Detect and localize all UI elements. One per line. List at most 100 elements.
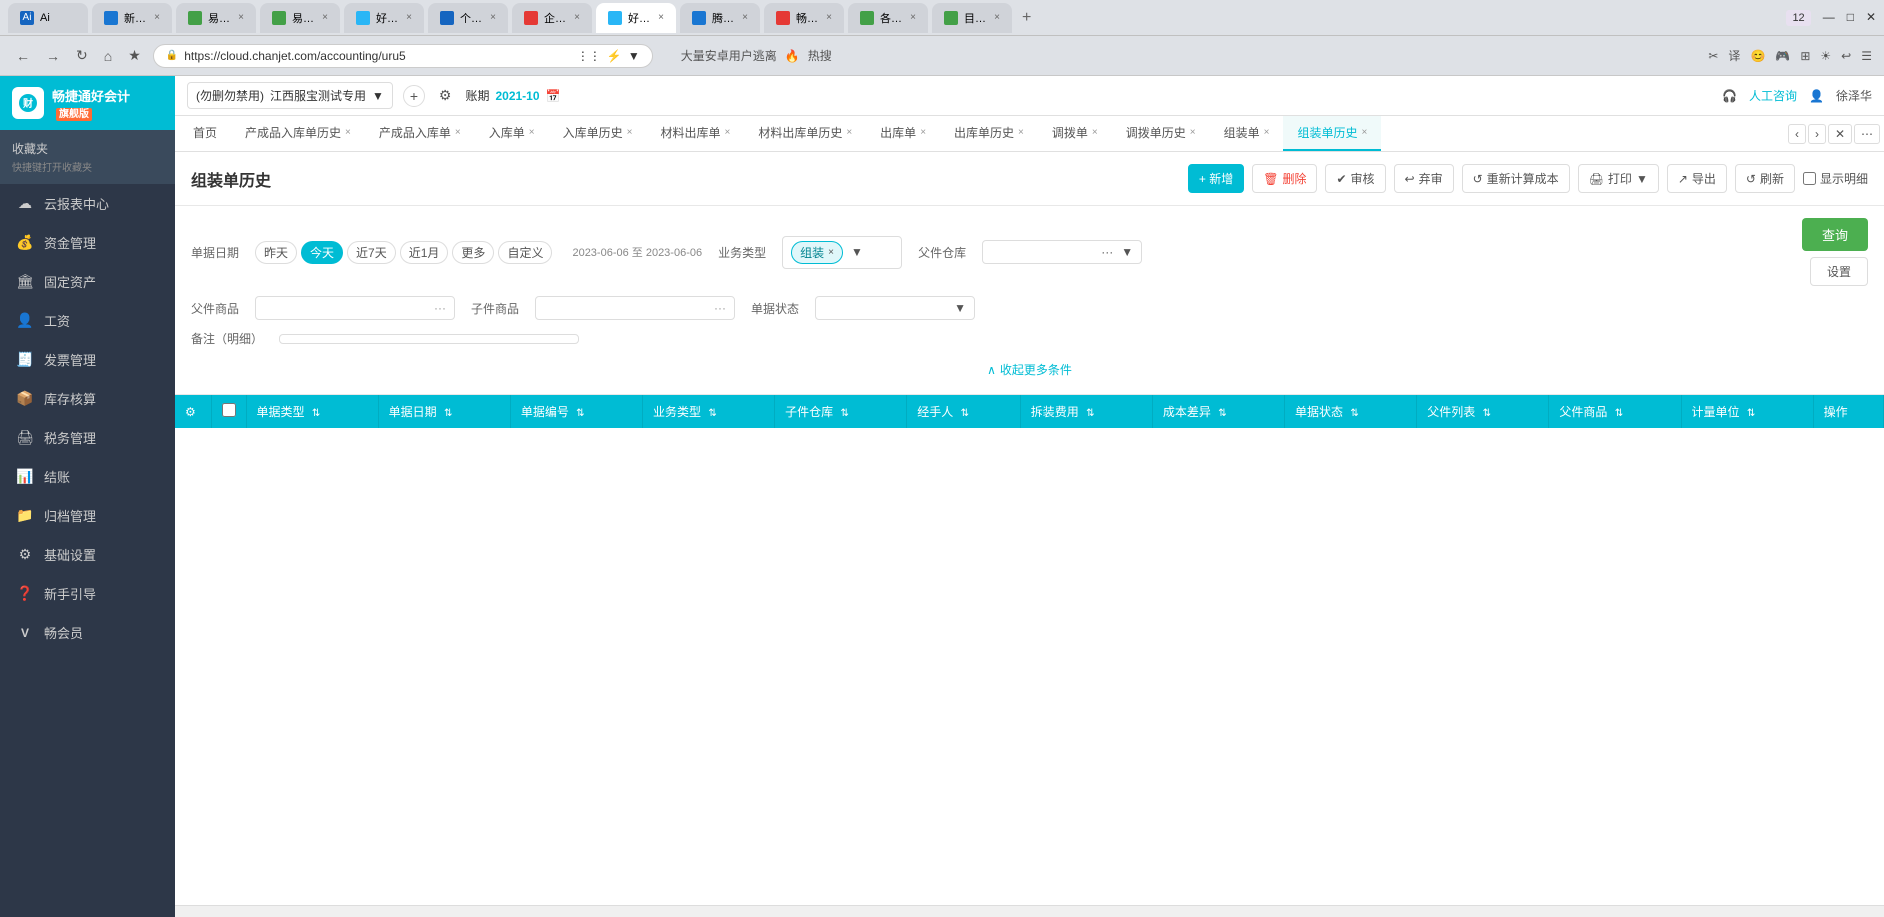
tab-close-6[interactable]: × [574, 12, 580, 23]
tab-close-11[interactable]: × [994, 12, 1000, 23]
parent-warehouse-select[interactable]: ··· ▼ [982, 240, 1142, 264]
tab-more-btn[interactable]: ⋯ [1854, 124, 1880, 144]
th-number[interactable]: 单据编号 ⇅ [510, 395, 642, 428]
browser-tab-5[interactable]: 个… × [428, 3, 508, 33]
tab-close-8[interactable]: × [742, 12, 748, 23]
tab-close-3[interactable]: × [322, 12, 328, 23]
custom-date-btn[interactable]: 自定义 [498, 241, 552, 264]
sidebar-item-settings[interactable]: ⚙ 基础设置 [0, 535, 175, 574]
sidebar-item-fund[interactable]: 💰 资金管理 [0, 223, 175, 262]
bottom-scrollbar[interactable] [175, 905, 1884, 917]
nav-refresh[interactable]: ↻ [72, 43, 92, 68]
sidebar-item-fixed-assets[interactable]: 🏛 固定资产 [0, 262, 175, 301]
export-button[interactable]: ↗ 导出 [1667, 164, 1727, 193]
page-tab-6[interactable]: 材料出库单历史 × [744, 116, 866, 151]
browser-tab-9[interactable]: 畅… × [764, 3, 844, 33]
new-tab-button[interactable]: + [1016, 7, 1037, 29]
tab-3-close[interactable]: × [529, 127, 535, 138]
nav-home[interactable]: ⌂ [100, 44, 116, 68]
tab-2-close[interactable]: × [455, 127, 461, 138]
parent-goods-input[interactable]: ··· [255, 296, 455, 320]
tab-close-5[interactable]: × [490, 12, 496, 23]
sidebar-item-tax[interactable]: 🖨 税务管理 [0, 418, 175, 457]
tab-8-close[interactable]: × [1018, 127, 1024, 138]
print-button[interactable]: 🖨 打印 ▼ [1578, 164, 1659, 193]
translate-icon[interactable]: 译 [1728, 47, 1740, 64]
tab-prev-btn[interactable]: ‹ [1788, 124, 1806, 144]
th-handler[interactable]: 经手人 ⇅ [907, 395, 1020, 428]
win-close[interactable]: ✕ [1866, 10, 1876, 26]
browser-tab-0[interactable]: Ai Ai [8, 3, 88, 33]
last7days-btn[interactable]: 近7天 [347, 241, 396, 264]
browser-tab-10[interactable]: 各… × [848, 3, 928, 33]
tab-1-close[interactable]: × [345, 127, 351, 138]
customer-service-label[interactable]: 人工咨询 [1749, 87, 1797, 104]
recalculate-button[interactable]: ↺ 重新计算成本 [1462, 164, 1570, 193]
audit-button[interactable]: ✔ 审核 [1325, 164, 1385, 193]
yesterday-btn[interactable]: 昨天 [255, 241, 297, 264]
parent-warehouse-dropdown[interactable]: ▼ [1121, 245, 1133, 259]
game-icon[interactable]: 🎮 [1775, 49, 1790, 63]
tab-12-close[interactable]: × [1361, 127, 1367, 138]
brightness-icon[interactable]: ☀ [1820, 49, 1831, 63]
page-tab-1[interactable]: 产成品入库单历史 × [231, 116, 365, 151]
address-dropdown[interactable]: ▼ [628, 49, 640, 63]
set-button[interactable]: 设置 [1810, 257, 1868, 286]
today-btn[interactable]: 今天 [301, 241, 343, 264]
page-tab-3[interactable]: 入库单 × [475, 116, 549, 151]
sidebar-item-inventory[interactable]: 📦 库存核算 [0, 379, 175, 418]
win-maximize[interactable]: □ [1847, 10, 1854, 26]
sidebar-item-invoice[interactable]: 🧾 发票管理 [0, 340, 175, 379]
tab-close-10[interactable]: × [910, 12, 916, 23]
tab-11-close[interactable]: × [1264, 127, 1270, 138]
tab-4-close[interactable]: × [627, 127, 633, 138]
tab-close-9[interactable]: × [826, 12, 832, 23]
th-child-warehouse[interactable]: 子件仓库 ⇅ [775, 395, 907, 428]
tab-6-close[interactable]: × [846, 127, 852, 138]
parent-goods-dots[interactable]: ··· [434, 301, 446, 315]
tab-close-all-btn[interactable]: ✕ [1828, 124, 1852, 144]
page-tab-home[interactable]: 首页 [179, 116, 231, 151]
page-tab-2[interactable]: 产成品入库单 × [365, 116, 475, 151]
print-dropdown[interactable]: ▼ [1636, 172, 1648, 186]
browser-tab-7[interactable]: 好… × [596, 3, 676, 33]
page-tab-9[interactable]: 调拨单 × [1038, 116, 1112, 151]
undo-icon[interactable]: ↩ [1841, 49, 1851, 63]
tab-next-btn[interactable]: › [1808, 124, 1826, 144]
browser-tab-8[interactable]: 腾… × [680, 3, 760, 33]
tab-close-1[interactable]: × [154, 12, 160, 23]
tab-5-close[interactable]: × [724, 127, 730, 138]
nav-forward[interactable]: → [42, 44, 64, 68]
th-doc-status[interactable]: 单据状态 ⇅ [1285, 395, 1417, 428]
page-tab-8[interactable]: 出库单历史 × [940, 116, 1038, 151]
sidebar-item-cloud-report[interactable]: ☁ 云报表中心 [0, 184, 175, 223]
page-tab-12[interactable]: 组装单历史 × [1283, 116, 1381, 151]
menu-icon[interactable]: ☰ [1861, 49, 1872, 63]
display-detail-check[interactable]: 显示明细 [1803, 170, 1868, 187]
display-detail-checkbox[interactable] [1803, 172, 1816, 185]
more-date-btn[interactable]: 更多 [452, 241, 494, 264]
nav-back[interactable]: ← [12, 44, 34, 68]
emoji-icon[interactable]: 😊 [1750, 49, 1765, 63]
th-cost-diff[interactable]: 成本差异 ⇅ [1152, 395, 1284, 428]
th-settings[interactable]: ⚙ [175, 395, 211, 428]
page-tab-5[interactable]: 材料出库单 × [646, 116, 744, 151]
sidebar-item-guide[interactable]: ❓ 新手引导 [0, 574, 175, 613]
tab-close-2[interactable]: × [238, 12, 244, 23]
tab-9-close[interactable]: × [1092, 127, 1098, 138]
page-tab-4[interactable]: 入库单历史 × [549, 116, 647, 151]
browser-tab-2[interactable]: 易… × [176, 3, 256, 33]
browser-tab-4[interactable]: 好… × [344, 3, 424, 33]
th-disassemble-fee[interactable]: 拆装费用 ⇅ [1020, 395, 1152, 428]
sidebar-favorites[interactable]: 收藏夹 快捷键打开收藏夹 [0, 130, 175, 184]
scissors-icon[interactable]: ✂ [1708, 49, 1718, 63]
settings-gear-btn[interactable]: ⚙ [435, 83, 456, 108]
th-checkbox[interactable] [211, 395, 246, 428]
collapse-button[interactable]: ∧ 收起更多条件 [987, 357, 1072, 382]
parent-warehouse-dots[interactable]: ··· [1101, 245, 1113, 259]
tab-close-7[interactable]: × [658, 12, 664, 23]
business-type-select[interactable]: 组装 × ▼ [782, 236, 902, 269]
sidebar-item-archive[interactable]: 📁 归档管理 [0, 496, 175, 535]
query-button[interactable]: 查询 [1802, 218, 1868, 251]
abandon-button[interactable]: ↩ 弃审 [1394, 164, 1454, 193]
